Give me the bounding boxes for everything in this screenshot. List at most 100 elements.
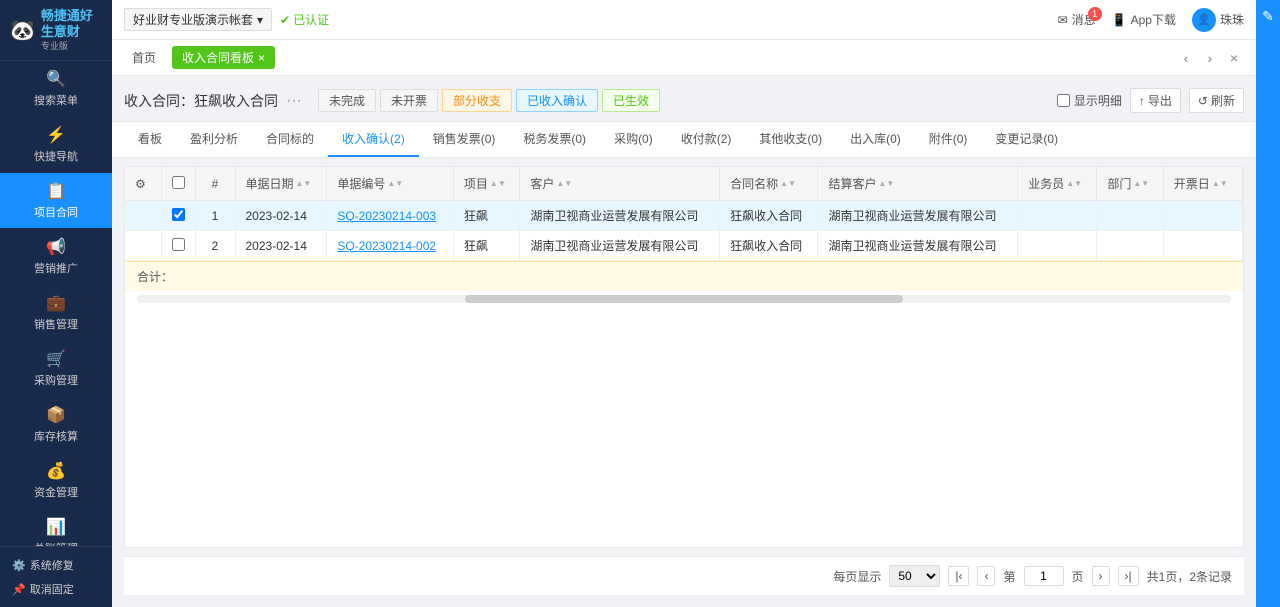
- th-date[interactable]: 单据日期▲▼: [235, 167, 327, 201]
- sidebar-item-4[interactable]: 💼销售管理: [0, 285, 112, 340]
- right-panel-edit-icon[interactable]: ✎: [1258, 4, 1278, 29]
- refresh-label: 刷新: [1211, 92, 1235, 109]
- sidebar-label-2: 项目合同: [34, 204, 78, 220]
- app-download-action[interactable]: 📱 App下载: [1112, 11, 1176, 28]
- row-department-0: [1097, 201, 1163, 231]
- page-of-label: 页: [1072, 568, 1084, 585]
- status-btn-0[interactable]: 未完成: [318, 89, 376, 112]
- sidebar-item-6[interactable]: 📦库存核算: [0, 397, 112, 452]
- th-num: #: [195, 167, 235, 201]
- home-label: 首页: [132, 51, 156, 65]
- sidebar-item-2[interactable]: 📋 项目合同: [0, 173, 112, 228]
- sidebar-item-3[interactable]: 📢营销推广: [0, 229, 112, 284]
- row-customer-0: 湖南卫视商业运营发展有限公司: [520, 201, 720, 231]
- sub-tab-1[interactable]: 盈利分析: [176, 122, 252, 157]
- th-project[interactable]: 项目▲▼: [453, 167, 519, 201]
- row-settings-1[interactable]: [125, 231, 161, 261]
- company-dropdown-icon: ▾: [257, 13, 263, 27]
- tab-close-icon[interactable]: ×: [258, 51, 265, 65]
- th-salesperson[interactable]: 业务员▲▼: [1018, 167, 1097, 201]
- tab-close-all-icon[interactable]: ×: [1224, 48, 1244, 68]
- sidebar-bottom-repair[interactable]: ⚙️ 系统修复: [6, 553, 106, 577]
- company-selector[interactable]: 好业财专业版演示帐套 ▾: [124, 8, 272, 31]
- page-next-btn[interactable]: ›: [1092, 566, 1110, 586]
- refresh-button[interactable]: ↺ 刷新: [1189, 88, 1244, 113]
- message-action[interactable]: ✉ 消息 1: [1058, 11, 1096, 28]
- th-invoice-date-label: 开票日: [1174, 175, 1210, 192]
- page-number-input[interactable]: [1024, 566, 1064, 586]
- row-number-link-1[interactable]: SQ-20230214-002: [337, 239, 436, 253]
- sub-tab-10[interactable]: 附件(0): [915, 122, 982, 157]
- sidebar-item-1[interactable]: ⚡快捷导航: [0, 117, 112, 172]
- status-btn-1[interactable]: 未开票: [380, 89, 438, 112]
- pin-icon: 📌: [12, 583, 26, 596]
- sub-tab-9[interactable]: 出入库(0): [836, 122, 915, 157]
- th-settings[interactable]: ⚙: [125, 167, 161, 201]
- sidebar-item-7[interactable]: 💰资金管理: [0, 453, 112, 508]
- sidebar-item-8[interactable]: 📊总账管理: [0, 509, 112, 546]
- sidebar-item-0[interactable]: 🔍搜索菜单: [0, 61, 112, 116]
- scroll-bar-area[interactable]: [137, 295, 1231, 303]
- tab-prev-icon[interactable]: ‹: [1176, 48, 1196, 68]
- sub-tab-11[interactable]: 变更记录(0): [981, 122, 1072, 157]
- page-prev-btn[interactable]: ‹: [977, 566, 995, 586]
- user-info[interactable]: 👤 珠珠: [1192, 8, 1244, 32]
- row-checkbox-0[interactable]: [172, 208, 185, 221]
- more-options[interactable]: ···: [286, 92, 302, 110]
- sidebar-label-4: 销售管理: [34, 316, 78, 332]
- th-number[interactable]: 单据编号▲▼: [327, 167, 454, 201]
- th-contract-name[interactable]: 合同名称▲▼: [720, 167, 818, 201]
- sidebar-item-5[interactable]: 🛒采购管理: [0, 341, 112, 396]
- sub-tab-4[interactable]: 销售发票(0): [419, 122, 510, 157]
- sort-settlement-icon: ▲▼: [878, 180, 894, 188]
- scroll-bar-thumb[interactable]: [465, 295, 903, 303]
- row-number-link-0[interactable]: SQ-20230214-003: [337, 209, 436, 223]
- th-customer-label: 客户: [530, 175, 554, 192]
- sidebar-icon-2: 📋: [46, 181, 66, 201]
- status-btn-3[interactable]: 已收入确认: [516, 89, 598, 112]
- sub-tab-3[interactable]: 收入确认(2): [328, 122, 419, 157]
- tab-next-icon[interactable]: ›: [1200, 48, 1220, 68]
- row-check-1[interactable]: [161, 231, 195, 261]
- topbar-right: ✉ 消息 1 📱 App下载 👤 珠珠: [1058, 8, 1244, 32]
- export-button[interactable]: ↑ 导出: [1130, 88, 1181, 113]
- status-btn-2[interactable]: 部分收支: [442, 89, 512, 112]
- th-settlement-label: 结算客户: [828, 175, 876, 192]
- sub-tab-8[interactable]: 其他收支(0): [745, 122, 836, 157]
- row-checkbox-1[interactable]: [172, 238, 185, 251]
- th-checkbox[interactable]: [161, 167, 195, 201]
- row-settings-0[interactable]: [125, 201, 161, 231]
- page-first-btn[interactable]: |‹: [948, 566, 969, 586]
- per-page-select[interactable]: 50 20 100: [889, 565, 940, 587]
- sidebar-label-7: 资金管理: [34, 484, 78, 500]
- sub-tab-6[interactable]: 采购(0): [600, 122, 667, 157]
- sub-tab-0[interactable]: 看板: [124, 122, 176, 157]
- th-settlement-customer[interactable]: 结算客户▲▼: [818, 167, 1018, 201]
- status-btn-4[interactable]: 已生效: [602, 89, 660, 112]
- select-all-checkbox[interactable]: [172, 176, 185, 189]
- sort-number-icon: ▲▼: [387, 180, 403, 188]
- th-customer[interactable]: 客户▲▼: [520, 167, 720, 201]
- contract-title-name: 狂飙收入合同: [194, 93, 278, 109]
- row-check-0[interactable]: [161, 201, 195, 231]
- row-number-1[interactable]: SQ-20230214-002: [327, 231, 454, 261]
- sub-tab-2[interactable]: 合同标的: [252, 122, 328, 157]
- sub-tab-5[interactable]: 税务发票(0): [509, 122, 600, 157]
- show-detail-input[interactable]: [1057, 94, 1070, 107]
- main-area: 好业财专业版演示帐套 ▾ ✔ 已认证 ✉ 消息 1 📱 App下载 👤: [112, 0, 1256, 607]
- row-num-0: 1: [195, 201, 235, 231]
- sub-tab-7[interactable]: 收付款(2): [667, 122, 746, 157]
- tab-bar: 首页 收入合同看板 × ‹ › ×: [112, 40, 1256, 76]
- avatar-icon: 👤: [1197, 13, 1211, 26]
- sidebar-bottom-unpin[interactable]: 📌 取消固定: [6, 577, 106, 601]
- tab-home[interactable]: 首页: [124, 43, 164, 72]
- page-last-btn[interactable]: ›|: [1118, 566, 1139, 586]
- sidebar-label-0: 搜索菜单: [34, 92, 78, 108]
- th-invoice-date[interactable]: 开票日▲▼: [1163, 167, 1242, 201]
- tab-contract-board[interactable]: 收入合同看板 ×: [172, 46, 275, 69]
- tab-contract-label: 收入合同看板: [182, 49, 254, 66]
- show-detail-checkbox[interactable]: 显示明细: [1057, 92, 1122, 109]
- row-number-0[interactable]: SQ-20230214-003: [327, 201, 454, 231]
- th-department[interactable]: 部门▲▼: [1097, 167, 1163, 201]
- th-project-label: 项目: [464, 175, 488, 192]
